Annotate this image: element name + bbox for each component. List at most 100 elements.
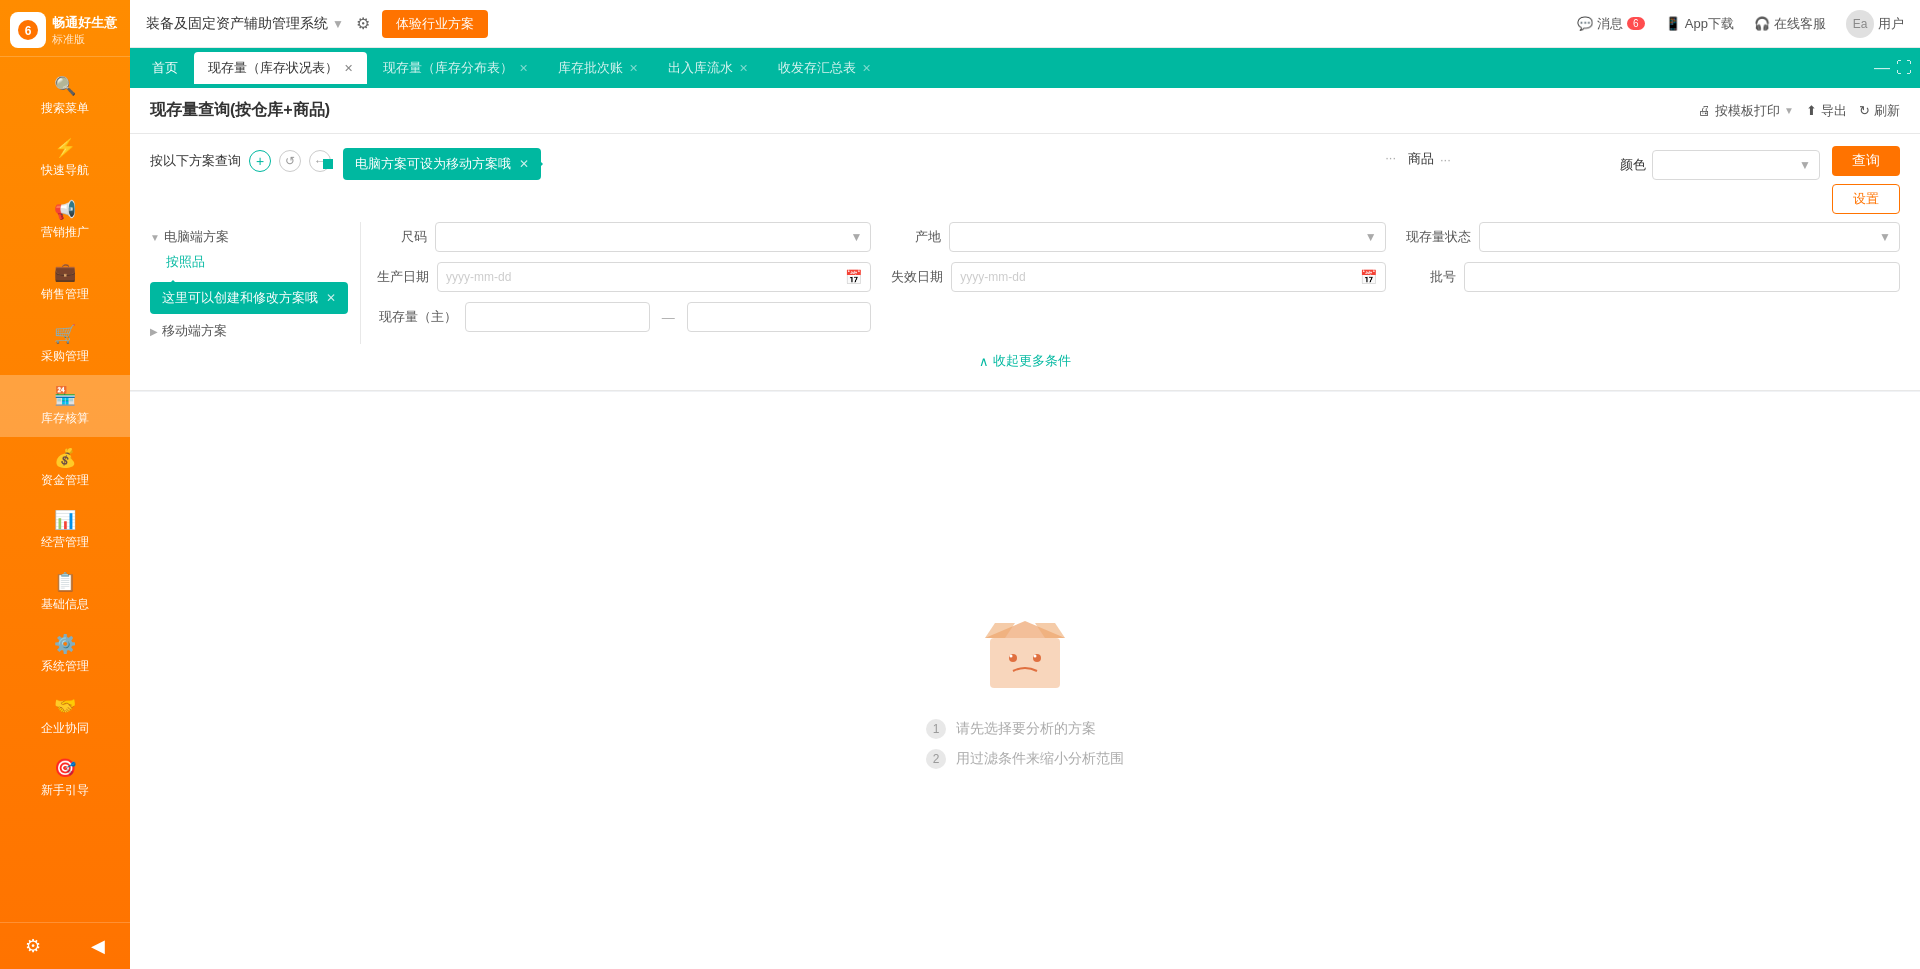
sidebar-item-purchase[interactable]: 🛒 采购管理 [0,313,130,375]
filter-size: 尺码 ▼ [377,222,871,252]
tab-collect[interactable]: 收发存汇总表 ✕ [764,52,885,84]
bell-icon: 💬 [1577,16,1593,31]
tab-batch[interactable]: 库存批次账 ✕ [544,52,652,84]
print-btn[interactable]: 🖨 按模板打印 ▼ [1698,102,1794,120]
empty-state: 1 请先选择要分析的方案 2 用过滤条件来缩小分析范围 [130,392,1920,969]
produce-date-start[interactable]: yyyy-mm-dd 📅 [437,262,871,292]
industry-btn[interactable]: 体验行业方案 [382,10,488,38]
tab-close-collect[interactable]: ✕ [862,62,871,75]
notification-btn[interactable]: 💬 消息 6 [1577,15,1645,33]
stock-status-arrow: ▼ [1879,230,1891,244]
finance-icon: 💰 [54,447,76,469]
header-left: 装备及固定资产辅助管理系统 ▼ ⚙ 体验行业方案 [146,10,488,38]
add-scheme-btn[interactable]: + [249,150,271,172]
product-options-icon[interactable]: ··· [1440,152,1451,167]
stock-qty-input[interactable] [465,302,650,332]
empty-illustration [960,593,1090,703]
app-download-btn[interactable]: 📱 App下载 [1665,15,1734,33]
system-icon: ⚙️ [54,633,76,655]
header-settings-icon[interactable]: ⚙ [356,14,370,33]
filter-origin: 产地 ▼ [891,222,1385,252]
step-2: 2 用过滤条件来缩小分析范围 [926,749,1124,769]
sidebar: 6 畅通好生意 标准版 🔍 搜索菜单 ⚡ 快速导航 📢 营销推广 💼 销售管理 … [0,0,130,969]
notification-badge: 6 [1627,17,1645,30]
query-btn[interactable]: 查询 [1832,146,1900,176]
sidebar-item-search[interactable]: 🔍 搜索菜单 [0,65,130,127]
stock-qty-end-input[interactable] [687,302,872,332]
tab-home[interactable]: 首页 [138,52,192,84]
sidebar-item-inventory[interactable]: 🏪 库存核算 [0,375,130,437]
step-1: 1 请先选择要分析的方案 [926,719,1124,739]
desktop-tooltip-close[interactable]: ✕ [519,157,529,171]
app-logo: 6 畅通好生意 标准版 [0,0,130,57]
scheme-sub-item[interactable]: 按照品 [150,250,348,274]
desktop-scheme-tooltip[interactable]: 电脑方案可设为移动方案哦 ✕ [343,148,541,180]
collapse-btn[interactable]: ◀ [91,935,105,957]
set-btn[interactable]: 设置 [1832,184,1900,214]
purchase-icon: 🛒 [54,323,76,345]
sidebar-item-marketing[interactable]: 📢 营销推广 [0,189,130,251]
system-title-dropdown[interactable]: 装备及固定资产辅助管理系统 ▼ [146,15,344,33]
printer-icon: 🖨 [1698,103,1711,118]
tab-close-inout[interactable]: ✕ [739,62,748,75]
online-support-btn[interactable]: 🎧 在线客服 [1754,15,1826,33]
stock-status-select[interactable]: ▼ [1479,222,1900,252]
origin-select-arrow: ▼ [1365,230,1377,244]
step-1-num: 1 [926,719,946,739]
sidebar-item-system[interactable]: ⚙️ 系统管理 [0,623,130,685]
phone-icon: 📱 [1665,16,1681,31]
tab-close-inventory-status[interactable]: ✕ [344,62,353,75]
tab-inventory-dist[interactable]: 现存量（库存分布表） ✕ [369,52,542,84]
sidebar-item-basic[interactable]: 📋 基础信息 [0,561,130,623]
tab-inventory-status[interactable]: 现存量（库存状况表） ✕ [194,52,367,84]
sidebar-item-finance[interactable]: 💰 资金管理 [0,437,130,499]
search-icon: 🔍 [54,75,76,97]
step-2-num: 2 [926,749,946,769]
enterprise-icon: 🤝 [54,695,76,717]
reset-scheme-btn[interactable]: ↺ [279,150,301,172]
mobile-scheme-item[interactable]: ▶ 移动端方案 [150,314,348,344]
product-more-icon[interactable]: ··· [1385,150,1396,165]
user-profile-btn[interactable]: Ea 用户 [1846,10,1904,38]
sidebar-item-quick[interactable]: ⚡ 快速导航 [0,127,130,189]
tab-inout[interactable]: 出入库流水 ✕ [654,52,762,84]
origin-select[interactable]: ▼ [949,222,1385,252]
tab-maximize-btn[interactable]: ⛶ [1896,59,1912,77]
edit-tooltip-close[interactable]: ✕ [326,291,336,305]
page-title: 现存量查询(按仓库+商品) [150,100,330,121]
collapse-arrow-icon: ∧ [979,354,989,369]
page-actions: 🖨 按模板打印 ▼ ⬆ 导出 ↻ 刷新 [1698,102,1900,120]
settings-bottom-btn[interactable]: ⚙ [25,935,41,957]
export-btn[interactable]: ⬆ 导出 [1806,102,1847,120]
tab-minimize-btn[interactable]: — [1874,59,1890,77]
desktop-scheme-item[interactable]: ▼ 电脑端方案 [150,224,348,250]
sidebar-item-sales[interactable]: 💼 销售管理 [0,251,130,313]
sidebar-item-guide[interactable]: 🎯 新手引导 [0,747,130,809]
filter-produce-date: 生产日期 yyyy-mm-dd 📅 [377,262,871,292]
tab-close-batch[interactable]: ✕ [629,62,638,75]
print-dropdown-icon: ▼ [1784,105,1794,116]
expand-arrow-icon: ▼ [150,232,160,243]
content-area: 现存量查询(按仓库+商品) 🖨 按模板打印 ▼ ⬆ 导出 ↻ 刷新 [130,88,1920,969]
svg-point-8 [1010,654,1013,657]
collapse-more-btn[interactable]: ∧ 收起更多条件 [150,344,1900,378]
dropdown-arrow-icon: ▼ [332,17,344,31]
color-select[interactable]: ▼ [1652,150,1820,180]
tab-bar-actions: — ⛶ [1874,59,1912,77]
tab-close-inventory-dist[interactable]: ✕ [519,62,528,75]
guide-icon: 🎯 [54,757,76,779]
basic-icon: 📋 [54,571,76,593]
size-select[interactable]: ▼ [435,222,871,252]
refresh-btn[interactable]: ↻ 刷新 [1859,102,1900,120]
system-title: 装备及固定资产辅助管理系统 [146,15,328,33]
filter-expire-date: 失效日期 yyyy-mm-dd 📅 [891,262,1385,292]
sidebar-item-enterprise[interactable]: 🤝 企业协同 [0,685,130,747]
marketing-icon: 📢 [54,199,76,221]
expire-date-start[interactable]: yyyy-mm-dd 📅 [951,262,1385,292]
size-select-arrow: ▼ [850,230,862,244]
sidebar-item-operations[interactable]: 📊 经营管理 [0,499,130,561]
batch-input[interactable] [1464,262,1900,292]
svg-point-9 [1034,654,1037,657]
refresh-icon: ↻ [1859,103,1870,118]
export-icon: ⬆ [1806,103,1817,118]
